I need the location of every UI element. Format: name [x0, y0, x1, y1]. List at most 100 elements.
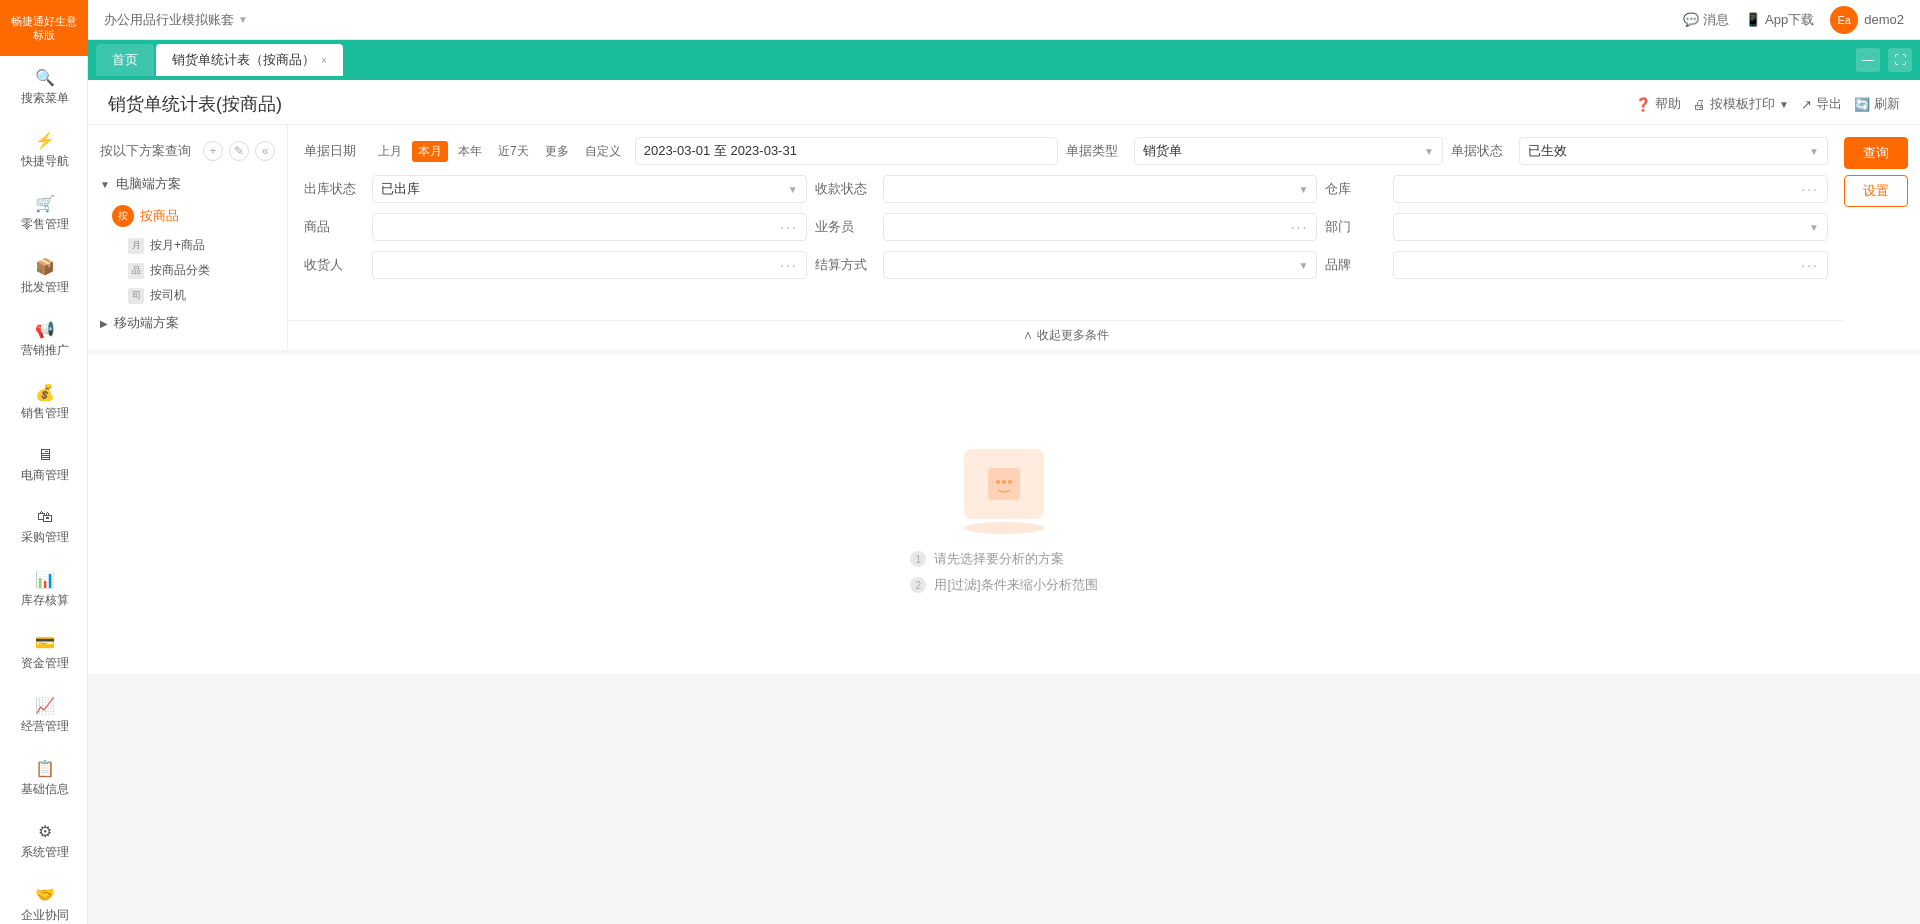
message-icon: 💬: [1683, 12, 1699, 27]
tab-sales-report[interactable]: 销货单统计表（按商品） ×: [156, 44, 343, 76]
doctype-select[interactable]: 销货单 ▼: [1134, 137, 1443, 165]
ds-custom[interactable]: 自定义: [579, 141, 627, 162]
recstatus-caret-icon: ▼: [1298, 184, 1308, 195]
tree-mobile-section[interactable]: ▶ 移动端方案: [88, 308, 287, 338]
date-range-picker[interactable]: 2023-03-01 至 2023-03-31: [635, 137, 1058, 165]
ds-last-month[interactable]: 上月: [372, 141, 408, 162]
goods-input[interactable]: ···: [372, 213, 807, 241]
tree-sub-driver[interactable]: 司 按司机: [88, 283, 287, 308]
filter-docstatus-field: 单据状态 已生效 ▼: [1451, 137, 1828, 165]
filter-date-field: 单据日期 上月 本月 本年 近7天 更多 自定义 2023-03-01 至 20…: [304, 137, 1058, 165]
sidebar-item-retail[interactable]: 🛒 零售管理: [0, 182, 87, 245]
add-scheme-btn[interactable]: +: [203, 141, 223, 161]
inventory-icon: 📊: [35, 570, 55, 589]
tab-close-icon[interactable]: ×: [321, 55, 327, 66]
sidebar-item-management[interactable]: 📈 经营管理: [0, 684, 87, 747]
user-menu[interactable]: Ea demo2: [1830, 6, 1904, 34]
outstatus-caret-icon: ▼: [788, 184, 798, 195]
empty-tip-2: 2 用[过滤]条件来缩小分析范围: [910, 576, 1097, 594]
sidebar-item-label: 经营管理: [21, 718, 69, 735]
sidebar-item-label: 销售管理: [21, 405, 69, 422]
export-btn[interactable]: ↗ 导出: [1801, 95, 1842, 113]
sidebar-item-purchase[interactable]: 🛍 采购管理: [0, 496, 87, 558]
logo: 畅捷通好生意标版: [0, 0, 88, 56]
page-header: 销货单统计表(按商品) ❓ 帮助 🖨 按模板打印 ▼ ↗ 导出 🔄 刷新: [88, 80, 1920, 125]
tree-item-by-goods[interactable]: 按 按商品: [88, 199, 287, 233]
svg-point-2: [1002, 480, 1006, 484]
filter-form-container: 单据日期 上月 本月 本年 近7天 更多 自定义 2023-03-01 至 20…: [288, 125, 1844, 350]
settings-btn[interactable]: 设置: [1844, 175, 1908, 207]
docstatus-select[interactable]: 已生效 ▼: [1519, 137, 1828, 165]
ds-this-year[interactable]: 本年: [452, 141, 488, 162]
ds-last7days[interactable]: 近7天: [492, 141, 535, 162]
sidebar: 畅捷通好生意标版 🔍 搜索菜单 ⚡ 快捷导航 🛒 零售管理 📦 批发管理 📢 营…: [0, 0, 88, 924]
help-icon: ❓: [1635, 97, 1651, 112]
month-goods-icon: 月: [128, 238, 144, 254]
ds-this-month[interactable]: 本月: [412, 141, 448, 162]
brand-dots-icon: ···: [1801, 257, 1819, 273]
sidebar-item-basic[interactable]: 📋 基础信息: [0, 747, 87, 810]
filter-area: 按以下方案查询 + ✎ « ▼ 电脑端方案 按 按商品 月: [88, 125, 1920, 350]
filter-goods-field: 商品 ···: [304, 213, 807, 241]
sidebar-item-quicknav[interactable]: ⚡ 快捷导航: [0, 119, 87, 182]
tree-sub-month-goods[interactable]: 月 按月+商品: [88, 233, 287, 258]
salesman-input[interactable]: ···: [883, 213, 1318, 241]
home-tab-label: 首页: [112, 51, 138, 69]
brand-input[interactable]: ···: [1393, 251, 1828, 279]
empty-illustration: [944, 434, 1064, 534]
collapse-more-btn[interactable]: ∧ 收起更多条件: [288, 320, 1844, 350]
filter-row-4: 收货人 ··· 结算方式 ▼: [304, 251, 1828, 279]
filter-receiver-field: 收货人 ···: [304, 251, 807, 279]
outstatus-label: 出库状态: [304, 180, 364, 198]
sidebar-item-collab[interactable]: 🤝 企业协同: [0, 873, 87, 924]
recstatus-label: 收款状态: [815, 180, 875, 198]
sidebar-item-label: 电商管理: [21, 467, 69, 484]
top-title-text: 办公用品行业模拟账套: [104, 11, 234, 29]
driver-icon: 司: [128, 288, 144, 304]
left-panel-actions: + ✎ «: [203, 141, 275, 161]
sidebar-item-sales[interactable]: 💰 销售管理: [0, 371, 87, 434]
warehouse-dots-icon: ···: [1801, 181, 1819, 197]
tab-maximize-btn[interactable]: ⛶: [1888, 48, 1912, 72]
topbar-right: 💬 消息 📱 App下载 Ea demo2: [1683, 6, 1904, 34]
outstatus-select[interactable]: 已出库 ▼: [372, 175, 807, 203]
tab-minimize-btn[interactable]: —: [1856, 48, 1880, 72]
query-btn[interactable]: 查询: [1844, 137, 1908, 169]
tree-desktop-section[interactable]: ▼ 电脑端方案: [88, 169, 287, 199]
filter-salesman-field: 业务员 ···: [815, 213, 1318, 241]
print-btn[interactable]: 🖨 按模板打印 ▼: [1693, 95, 1789, 113]
messages-btn[interactable]: 💬 消息: [1683, 11, 1729, 29]
filter-recstatus-field: 收款状态 ▼: [815, 175, 1318, 203]
sidebar-item-label: 资金管理: [21, 655, 69, 672]
date-shortcuts: 上月 本月 本年 近7天 更多 自定义: [372, 141, 627, 162]
dept-label: 部门: [1325, 218, 1385, 236]
recstatus-select[interactable]: ▼: [883, 175, 1318, 203]
payment-select[interactable]: ▼: [883, 251, 1318, 279]
sidebar-item-search[interactable]: 🔍 搜索菜单: [0, 56, 87, 119]
help-btn[interactable]: ❓ 帮助: [1635, 95, 1681, 113]
warehouse-input[interactable]: ···: [1393, 175, 1828, 203]
tree-sub-goods-category[interactable]: 品 按商品分类: [88, 258, 287, 283]
sidebar-item-marketing[interactable]: 📢 营销推广: [0, 308, 87, 371]
sidebar-item-ecom[interactable]: 🖥 电商管理: [0, 434, 87, 496]
filter-dept-field: 部门 ▼: [1325, 213, 1828, 241]
sidebar-item-label: 营销推广: [21, 342, 69, 359]
dept-select[interactable]: ▼: [1393, 213, 1828, 241]
receiver-input[interactable]: ···: [372, 251, 807, 279]
app-download-btn[interactable]: 📱 App下载: [1745, 11, 1814, 29]
sidebar-item-inventory[interactable]: 📊 库存核算: [0, 558, 87, 621]
sidebar-item-system[interactable]: ⚙ 系统管理: [0, 810, 87, 873]
tabbar: 首页 销货单统计表（按商品） × — ⛶: [88, 40, 1920, 80]
tree-mobile-label: 移动端方案: [114, 314, 179, 332]
date-label: 单据日期: [304, 142, 364, 160]
basic-icon: 📋: [35, 759, 55, 778]
sidebar-item-finance[interactable]: 💳 资金管理: [0, 621, 87, 684]
filter-payment-field: 结算方式 ▼: [815, 251, 1318, 279]
sidebar-item-wholesale[interactable]: 📦 批发管理: [0, 245, 87, 308]
edit-scheme-btn[interactable]: ✎: [229, 141, 249, 161]
collapse-panel-btn[interactable]: «: [255, 141, 275, 161]
tab-home[interactable]: 首页: [96, 44, 154, 76]
export-icon: ↗: [1801, 97, 1812, 112]
ds-more[interactable]: 更多: [539, 141, 575, 162]
refresh-btn[interactable]: 🔄 刷新: [1854, 95, 1900, 113]
